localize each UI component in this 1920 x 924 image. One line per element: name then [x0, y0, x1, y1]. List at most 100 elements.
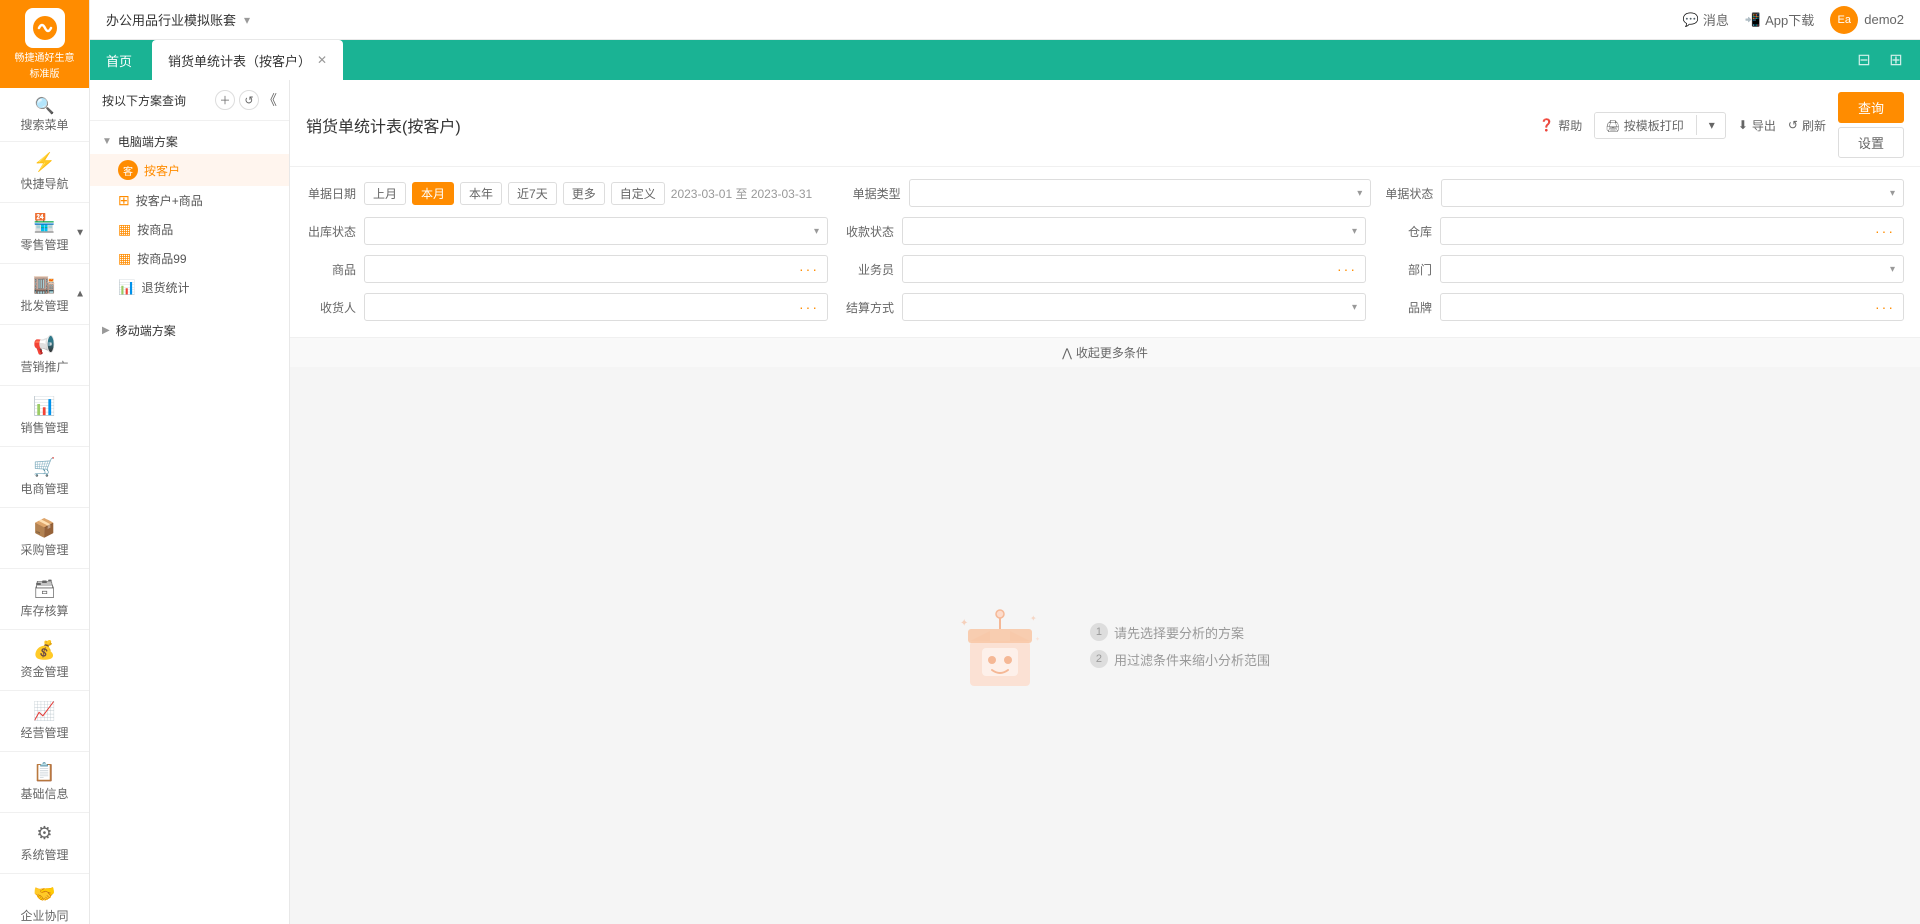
sidebar-search[interactable]: 🔍 搜索菜单 [0, 88, 89, 142]
settings-button[interactable]: 设置 [1838, 127, 1904, 158]
sidebar-item-finance[interactable]: 💰 资金管理 [0, 630, 89, 691]
pc-group-arrow-icon: ▼ [102, 136, 112, 147]
warehouse-control[interactable]: ··· [1440, 217, 1904, 245]
sidebar-item-wholesale[interactable]: 🏬 批发管理 ▲ [0, 264, 89, 325]
doc-status-control[interactable]: ▾ [1441, 179, 1904, 207]
sidebar-item-basic[interactable]: 📋 基础信息 [0, 752, 89, 813]
help-icon: ❓ [1539, 118, 1554, 132]
refresh-btn[interactable]: ↺ 刷新 [1788, 117, 1826, 134]
sidebar-item-sales[interactable]: 📊 销售管理 [0, 386, 89, 447]
scheme-group-mobile-header[interactable]: ▶ 移动端方案 [90, 318, 289, 343]
scheme-item-by-customer[interactable]: 客 按客户 [90, 154, 289, 186]
print-dropdown-btn[interactable]: ▾ [1699, 114, 1725, 136]
sidebar-item-purchase[interactable]: 📦 采购管理 [0, 508, 89, 569]
tab-sales-stat[interactable]: 销货单统计表（按客户） ✕ [152, 40, 343, 80]
settlement-control[interactable]: ▾ [902, 293, 1366, 321]
shortcuts-icon: ⚡ [33, 152, 55, 173]
scheme-item-return-stat[interactable]: 📊 退货统计 [90, 273, 289, 302]
scheme-refresh-btn[interactable]: ↺ [239, 90, 259, 110]
date-btn-7days[interactable]: 近7天 [508, 182, 557, 205]
scheme-group-pc-header[interactable]: ▼ 电脑端方案 [90, 129, 289, 154]
brand-dots-icon: ··· [1875, 299, 1895, 315]
ship-status-control[interactable]: ▾ [364, 217, 828, 245]
sidebar-item-enterprise[interactable]: 🤝 企业协同 [0, 874, 89, 924]
system-icon: ⚙ [36, 823, 52, 844]
sidebar-item-retail[interactable]: 🏪 零售管理 ▼ [0, 203, 89, 264]
message-action[interactable]: 💬 消息 [1683, 10, 1729, 29]
wholesale-arrow-icon: ▲ [75, 289, 85, 300]
department-control[interactable]: ▾ [1440, 255, 1904, 283]
minimize-btn[interactable]: ⊟ [1852, 48, 1876, 72]
query-button[interactable]: 查询 [1838, 92, 1904, 123]
date-btn-custom[interactable]: 自定义 [611, 182, 665, 205]
tab-close-icon[interactable]: ✕ [317, 53, 327, 67]
salesperson-cell: 业务员 ··· [844, 255, 1366, 283]
by-customer-goods-icon: ⊞ [118, 192, 130, 209]
doc-type-control[interactable]: ▾ [909, 179, 1372, 207]
header-dropdown-icon[interactable]: ▾ [244, 13, 250, 27]
scheme-item-by-goods[interactable]: ▦ 按商品 [90, 215, 289, 244]
payment-status-control[interactable]: ▾ [902, 217, 1366, 245]
empty-illustration: ✦ ✦ ✦ [940, 586, 1060, 706]
svg-text:✦: ✦ [1035, 636, 1040, 643]
salesperson-dots-icon: ··· [1337, 261, 1357, 277]
logo-area[interactable]: 畅捷通好生意 标准版 [0, 0, 90, 88]
settlement-label: 结算方式 [844, 299, 894, 316]
scheme-add-btn[interactable]: ＋ [215, 90, 235, 110]
mobile-group-arrow-icon: ▶ [102, 325, 110, 336]
scheme-collapse-btn[interactable]: 《 [263, 90, 277, 110]
ship-status-arrow-icon: ▾ [814, 226, 819, 237]
print-btn[interactable]: 🖨 按模板打印 [1595, 113, 1694, 138]
date-btn-more[interactable]: 更多 [563, 182, 605, 205]
maximize-btn[interactable]: ⊞ [1884, 48, 1908, 72]
scheme-item-by-customer-goods[interactable]: ⊞ 按客户+商品 [90, 186, 289, 215]
avatar: Ea [1830, 6, 1858, 34]
sidebar-item-operations[interactable]: 📈 经营管理 [0, 691, 89, 752]
logo-text: 畅捷通好生意 [15, 52, 75, 65]
finance-label: 资金管理 [20, 663, 68, 680]
sidebar-item-system[interactable]: ⚙ 系统管理 [0, 813, 89, 874]
receiver-dots-icon: ··· [799, 299, 819, 315]
scheme-item-by-goods-99[interactable]: ▦ 按商品99 [90, 244, 289, 273]
sidebar-item-marketing[interactable]: 📢 营销推广 [0, 325, 89, 386]
scheme-header: 按以下方案查询 ＋ ↺ 《 [90, 80, 289, 121]
help-label: 帮助 [1558, 117, 1582, 134]
goods-dots-icon: ··· [799, 261, 819, 277]
collapse-bar[interactable]: ⋀ 收起更多条件 [290, 337, 1920, 367]
tip-2-text: 用过滤条件来缩小分析范围 [1114, 650, 1270, 669]
pc-group-label: 电脑端方案 [118, 133, 178, 150]
date-btn-this-month[interactable]: 本月 [412, 182, 454, 205]
department-label: 部门 [1382, 261, 1432, 278]
sidebar-item-shortcuts[interactable]: ⚡ 快捷导航 [0, 142, 89, 203]
help-btn[interactable]: ❓ 帮助 [1539, 117, 1582, 134]
brand-label: 品牌 [1382, 299, 1432, 316]
warehouse-dots-icon: ··· [1875, 223, 1895, 239]
svg-text:✦: ✦ [960, 618, 968, 629]
sidebar-item-ecommerce[interactable]: 🛒 电商管理 [0, 447, 89, 508]
retail-label: 零售管理 [20, 236, 68, 253]
sidebar-item-inventory[interactable]: 🗃 库存核算 [0, 569, 89, 630]
doc-status-arrow-icon: ▾ [1890, 188, 1895, 199]
date-btn-last-month[interactable]: 上月 [364, 182, 406, 205]
tab-home[interactable]: 首页 [90, 40, 148, 80]
receiver-control[interactable]: ··· [364, 293, 828, 321]
export-btn[interactable]: ⬇ 导出 [1738, 117, 1776, 134]
date-btn-this-year[interactable]: 本年 [460, 182, 502, 205]
app-download-action[interactable]: 📲 App下载 [1745, 10, 1814, 29]
left-sidebar: 畅捷通好生意 标准版 🔍 搜索菜单 ⚡ 快捷导航 🏪 零售管理 ▼ 🏬 批发管理… [0, 0, 90, 924]
goods-control[interactable]: ··· [364, 255, 828, 283]
empty-state: ✦ ✦ ✦ 1 请先选择要分析的方案 2 用过滤条件来缩小分析范围 [290, 367, 1920, 924]
scheme-panel: 按以下方案查询 ＋ ↺ 《 ▼ 电脑端方案 客 按客户 ⊞ [90, 80, 290, 924]
scheme-group-mobile: ▶ 移动端方案 [90, 310, 289, 351]
header-title: 办公用品行业模拟账套 [106, 10, 236, 29]
retail-arrow-icon: ▼ [75, 228, 85, 239]
user-area[interactable]: Ea demo2 [1830, 6, 1904, 34]
by-goods-99-label: 按商品99 [137, 250, 186, 267]
print-btn-group: 🖨 按模板打印 ▾ [1594, 112, 1726, 139]
payment-status-cell: 收款状态 ▾ [844, 217, 1366, 245]
salesperson-control[interactable]: ··· [902, 255, 1366, 283]
settlement-arrow-icon: ▾ [1352, 302, 1357, 313]
brand-control[interactable]: ··· [1440, 293, 1904, 321]
purchase-icon: 📦 [33, 518, 55, 539]
ship-status-label: 出库状态 [306, 223, 356, 240]
